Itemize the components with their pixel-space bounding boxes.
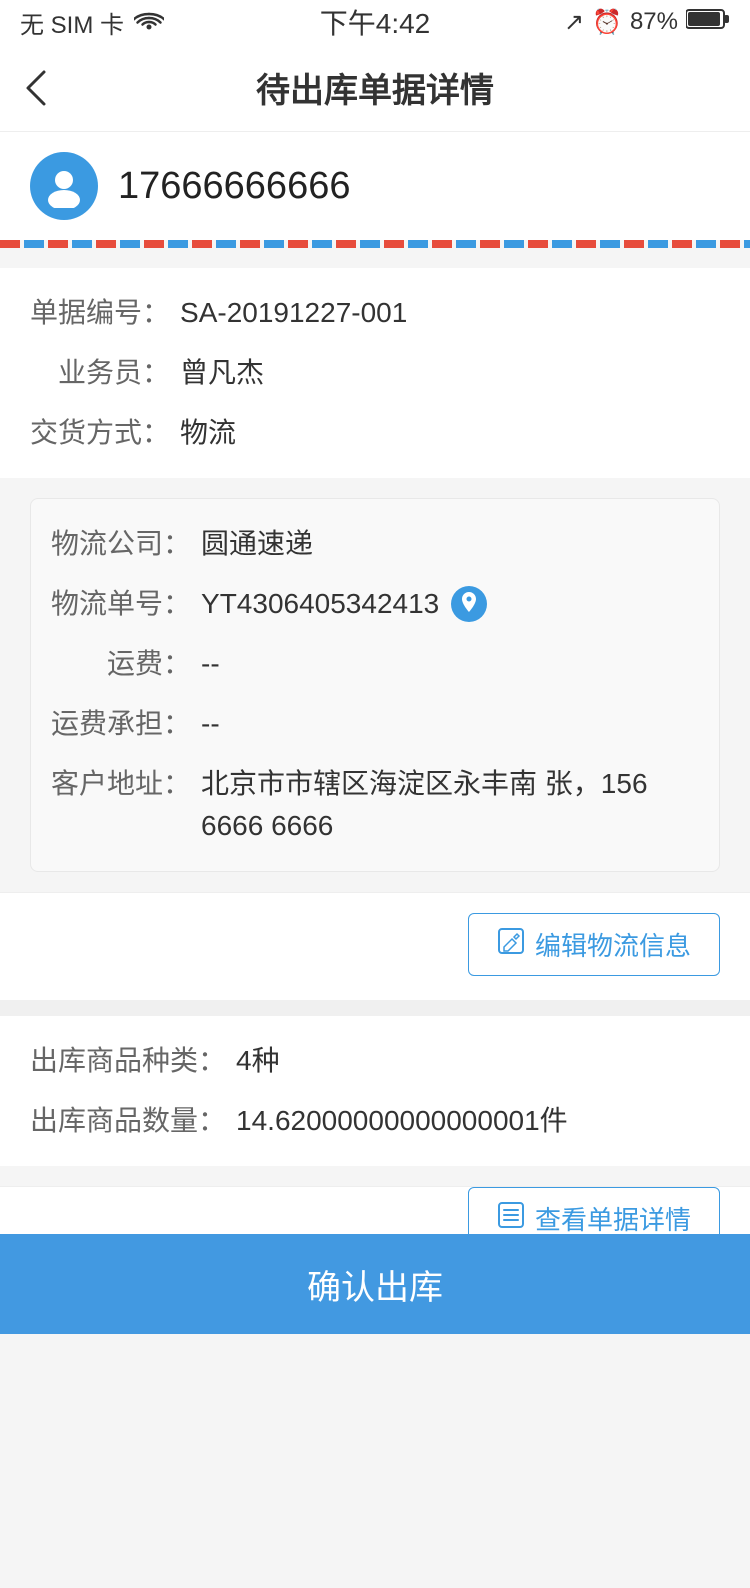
section-divider: [0, 1000, 750, 1016]
stock-quantity-row: 出库商品数量： 14.62000000000000001件: [30, 1100, 720, 1142]
stock-info-section: 出库商品种类： 4种 出库商品数量： 14.62000000000000001件: [0, 1016, 750, 1166]
address-value: 北京市市辖区海淀区永丰南 张，156 6666 6666: [201, 763, 699, 847]
tracking-number-value: YT4306405342413: [201, 583, 699, 625]
decorative-divider: [0, 240, 750, 248]
view-details-label: 查看单据详情: [535, 1200, 691, 1237]
edit-logistics-button[interactable]: 编辑物流信息: [468, 913, 720, 976]
status-right: ↗ ⏰ 87%: [564, 8, 730, 37]
status-time: 下午4:42: [320, 2, 431, 42]
order-number-value: SA-20191227-001: [180, 292, 720, 334]
battery-text: 87%: [630, 8, 678, 36]
confirm-outbound-button[interactable]: 确认出库: [0, 1234, 750, 1334]
list-icon: [497, 1201, 525, 1236]
confirm-outbound-label: 确认出库: [307, 1260, 443, 1309]
edit-logistics-label: 编辑物流信息: [535, 926, 691, 963]
order-number-row: 单据编号： SA-20191227-001: [30, 292, 720, 334]
back-button[interactable]: [24, 68, 48, 108]
tracking-number-row: 物流单号： YT4306405342413: [51, 583, 699, 625]
logistics-company-value: 圆通速递: [201, 523, 699, 565]
address-label: 客户地址：: [51, 763, 191, 805]
order-number-label: 单据编号：: [30, 292, 170, 334]
logistics-company-label: 物流公司：: [51, 523, 191, 565]
stock-quantity-value: 14.62000000000000001件: [236, 1100, 720, 1142]
logistics-company-row: 物流公司： 圆通速递: [51, 523, 699, 565]
delivery-method-value: 物流: [180, 412, 720, 454]
stock-types-label: 出库商品种类：: [30, 1040, 226, 1082]
delivery-method-label: 交货方式：: [30, 412, 170, 454]
carrier-text: 无 SIM 卡: [20, 5, 124, 40]
customer-phone: 17666666666: [118, 165, 350, 208]
battery-icon: [686, 8, 730, 37]
edit-btn-container: 编辑物流信息: [0, 892, 750, 1000]
freight-bear-row: 运费承担： --: [51, 703, 699, 745]
customer-header: 17666666666: [0, 132, 750, 240]
confirm-btn-bar: 确认出库: [0, 1234, 750, 1334]
nav-bar: 待出库单据详情: [0, 44, 750, 132]
freight-value: --: [201, 643, 699, 685]
freight-bear-value: --: [201, 703, 699, 745]
freight-row: 运费： --: [51, 643, 699, 685]
stock-types-value: 4种: [236, 1040, 720, 1082]
logistics-card: 物流公司： 圆通速递 物流单号： YT4306405342413 运费： -- …: [30, 498, 720, 872]
avatar: [30, 152, 98, 220]
order-info-section: 单据编号： SA-20191227-001 业务员： 曾凡杰 交货方式： 物流: [0, 268, 750, 478]
delivery-method-row: 交货方式： 物流: [30, 412, 720, 454]
alarm-icon: ⏰: [592, 8, 622, 37]
tracking-location-icon[interactable]: [451, 586, 487, 622]
stock-types-row: 出库商品种类： 4种: [30, 1040, 720, 1082]
page-title: 待出库单据详情: [256, 63, 494, 112]
freight-bear-label: 运费承担：: [51, 703, 191, 745]
address-row: 客户地址： 北京市市辖区海淀区永丰南 张，156 6666 6666: [51, 763, 699, 847]
edit-icon: [497, 927, 525, 962]
location-status-icon: ↗: [564, 8, 584, 37]
status-bar: 无 SIM 卡 下午4:42 ↗ ⏰ 87%: [0, 0, 750, 44]
freight-label: 运费：: [51, 643, 191, 685]
stock-quantity-label: 出库商品数量：: [30, 1100, 226, 1142]
sales-person-value: 曾凡杰: [180, 352, 720, 394]
tracking-number-label: 物流单号：: [51, 583, 191, 625]
sales-person-label: 业务员：: [30, 352, 170, 394]
wifi-icon: [134, 8, 164, 37]
sales-person-row: 业务员： 曾凡杰: [30, 352, 720, 394]
status-left: 无 SIM 卡: [20, 5, 164, 40]
